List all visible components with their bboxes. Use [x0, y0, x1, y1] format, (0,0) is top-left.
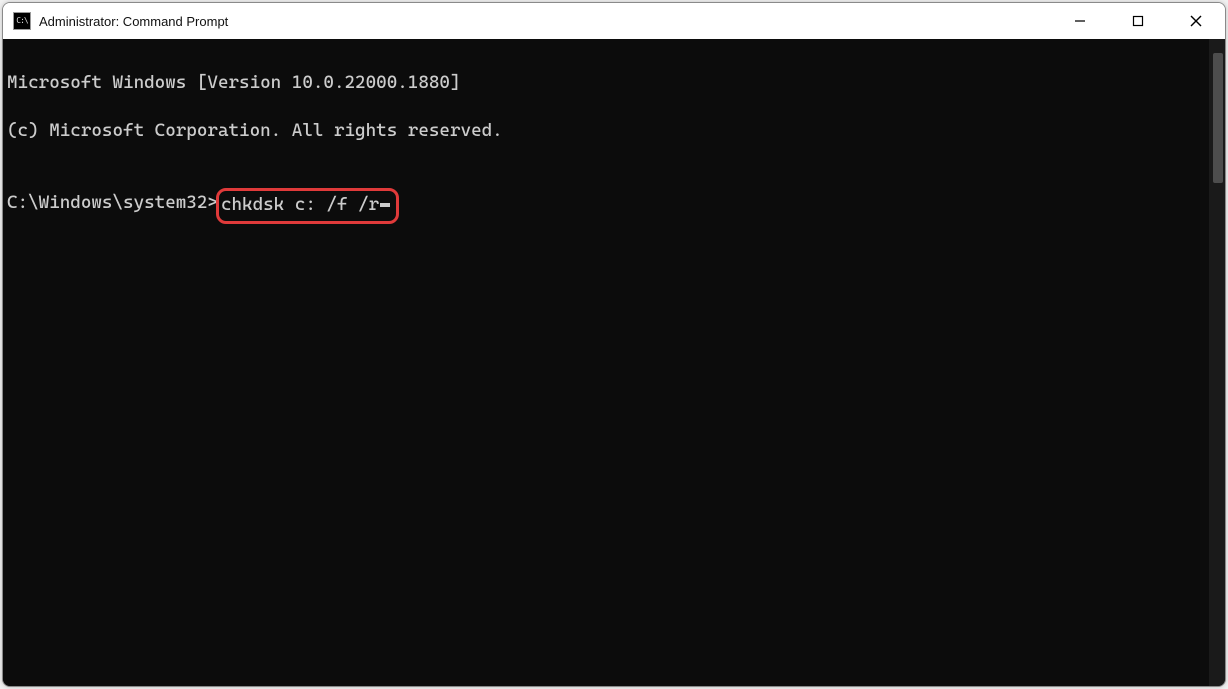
prompt-line: C:\Windows\system32>chkdsk c: /f /r [7, 191, 1205, 221]
window-title: Administrator: Command Prompt [39, 14, 228, 29]
maximize-button[interactable] [1109, 3, 1167, 39]
maximize-icon [1132, 15, 1144, 27]
minimize-icon [1074, 15, 1086, 27]
cmd-app-icon: C:\ [13, 12, 31, 30]
highlighted-command-box: chkdsk c: /f /r [216, 188, 399, 224]
cmd-app-icon-glyph: C:\ [16, 17, 27, 25]
prompt-path: C:\Windows\system32> [7, 191, 218, 215]
vertical-scrollbar[interactable] [1209, 39, 1225, 686]
typed-command: chkdsk c: /f /r [221, 193, 379, 217]
titlebar[interactable]: C:\ Administrator: Command Prompt [3, 3, 1225, 39]
terminal-area: Microsoft Windows [Version 10.0.22000.18… [3, 39, 1225, 686]
output-line-version: Microsoft Windows [Version 10.0.22000.18… [7, 71, 1205, 95]
window-controls [1051, 3, 1225, 39]
text-cursor [380, 203, 390, 207]
command-prompt-window: C:\ Administrator: Command Prompt Micros… [2, 2, 1226, 687]
close-icon [1190, 15, 1202, 27]
output-line-copyright: (c) Microsoft Corporation. All rights re… [7, 119, 1205, 143]
minimize-button[interactable] [1051, 3, 1109, 39]
terminal-output[interactable]: Microsoft Windows [Version 10.0.22000.18… [3, 39, 1209, 686]
scrollbar-thumb[interactable] [1213, 53, 1223, 183]
close-button[interactable] [1167, 3, 1225, 39]
